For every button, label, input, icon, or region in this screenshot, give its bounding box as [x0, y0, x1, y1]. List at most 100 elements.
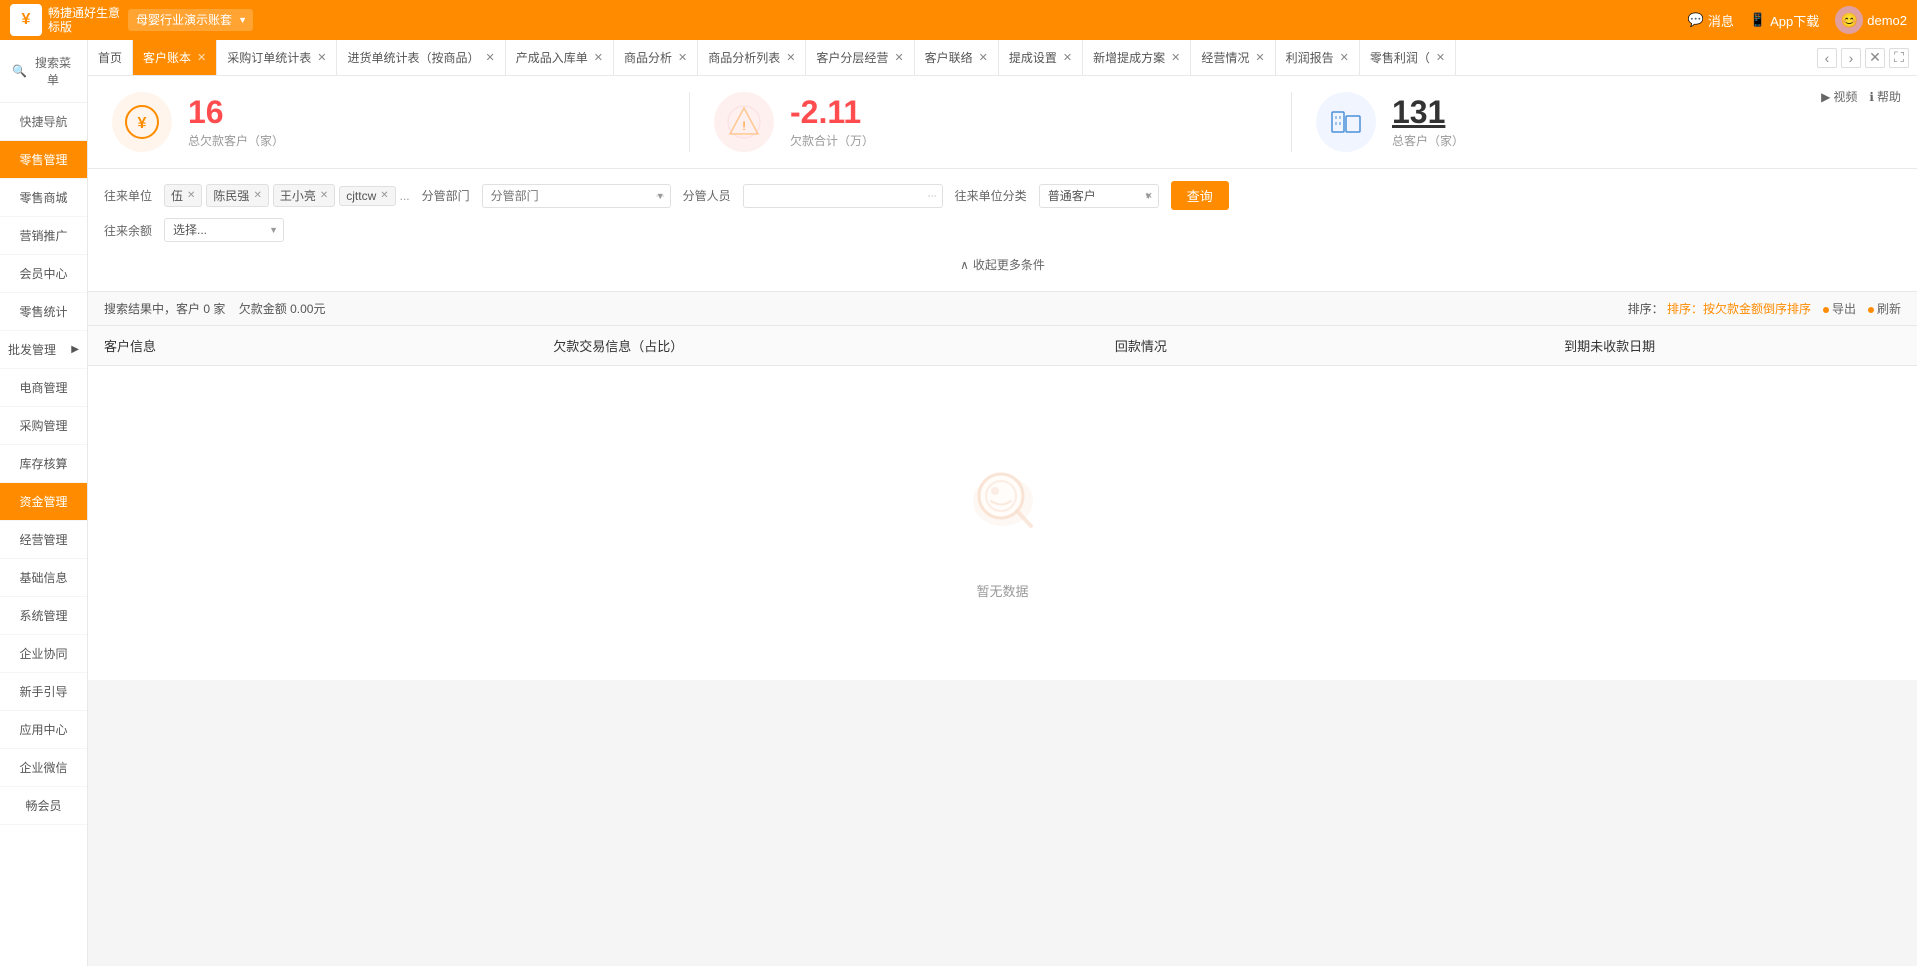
tab-customer-ledger[interactable]: 客户账本 ✕	[133, 40, 217, 76]
user-menu[interactable]: 😊 demo2	[1835, 6, 1907, 34]
result-bar: 搜索结果中，客户 0 家 欠款金额 0.00元 排序： 排序：按欠款金额倒序排序	[88, 292, 1917, 326]
sidebar-item-app-center[interactable]: 应用中心	[0, 711, 87, 749]
search-icon: 🔍	[12, 64, 27, 78]
tab-product-inbound[interactable]: 产成品入库单 ✕	[506, 40, 614, 76]
filter-tag-chen: 陈民强 ✕	[206, 184, 268, 207]
remove-tag-cjttcw[interactable]: ✕	[380, 190, 388, 201]
tab-purchase-stats[interactable]: 采购订单统计表 ✕	[217, 40, 337, 76]
export-btn[interactable]: 导出	[1823, 300, 1856, 317]
sidebar-item-wechat[interactable]: 企业微信	[0, 749, 87, 787]
top-bar-right: 💬 消息 📱 App下载 😊 demo2	[1688, 6, 1907, 34]
tab-customer-contact[interactable]: 客户联络 ✕	[915, 40, 999, 76]
stat-info-total-customers: 131 总客户（家）	[1392, 96, 1464, 149]
unit-class-select-wrap: 普通客户 ✕	[1039, 184, 1159, 208]
stat-value-debt-customers: 16	[188, 96, 284, 128]
play-icon: ▶	[1821, 90, 1830, 104]
stat-value-total-customers: 131	[1392, 96, 1464, 128]
app-container: ¥ 畅捷通好生意 标版 母婴行业演示账套 ▼ 💬 消息 📱 App下载	[0, 0, 1917, 966]
sidebar-item-basic-info[interactable]: 基础信息	[0, 559, 87, 597]
tab-next-btn[interactable]: ›	[1841, 48, 1861, 68]
tab-close-commission-settings[interactable]: ✕	[1063, 51, 1072, 64]
tab-close-customer-contact[interactable]: ✕	[979, 51, 988, 64]
unit-class-select[interactable]: 普通客户	[1039, 184, 1159, 208]
sidebar-item-retail-mall[interactable]: 零售商城	[0, 179, 87, 217]
sidebar-item-member-center[interactable]: 会员中心	[0, 255, 87, 293]
account-selector[interactable]: 母婴行业演示账套	[128, 9, 253, 31]
tab-home[interactable]: 首页	[88, 40, 133, 76]
tab-product-analysis-list[interactable]: 商品分析列表 ✕	[698, 40, 806, 76]
result-text: 搜索结果中，客户 0 家 欠款金额 0.00元	[104, 300, 325, 317]
sidebar-item-system[interactable]: 系统管理	[0, 597, 87, 635]
tab-close-new-commission[interactable]: ✕	[1171, 51, 1180, 64]
tab-close-product-analysis-list[interactable]: ✕	[786, 51, 795, 64]
filter-tag-wang: 王小亮 ✕	[273, 184, 335, 207]
sidebar-item-newbie-guide[interactable]: 新手引导	[0, 673, 87, 711]
message-btn[interactable]: 💬 消息	[1688, 11, 1734, 30]
empty-state: 暂无数据	[88, 366, 1917, 680]
person-input[interactable]	[743, 184, 943, 208]
sidebar-item-quick-nav[interactable]: 快捷导航	[0, 103, 87, 141]
tab-product-analysis[interactable]: 商品分析 ✕	[614, 40, 698, 76]
dept-input[interactable]	[482, 184, 671, 208]
sort-label: 排序： 排序：按欠款金额倒序排序	[1628, 300, 1811, 317]
tab-close-business-status[interactable]: ✕	[1255, 51, 1264, 64]
tab-customer-tier[interactable]: 客户分层经营 ✕	[806, 40, 914, 76]
tab-close-all-btn[interactable]: ✕	[1865, 48, 1885, 68]
logo-area: ¥ 畅捷通好生意 标版	[10, 4, 120, 36]
tab-close-profit-report[interactable]: ✕	[1340, 51, 1349, 64]
empty-state-text: 暂无数据	[976, 581, 1028, 600]
sidebar-item-marketing[interactable]: 营销推广	[0, 217, 87, 255]
sidebar-item-retail-mgmt[interactable]: 零售管理	[0, 141, 87, 179]
tab-retail-profit[interactable]: 零售利润（ ✕	[1360, 40, 1456, 76]
filter-more-tags[interactable]: ...	[400, 189, 410, 203]
tab-close-customer-ledger[interactable]: ✕	[197, 51, 206, 64]
tab-new-commission[interactable]: 新增提成方案 ✕	[1083, 40, 1191, 76]
sidebar-item-wholesale[interactable]: 批发管理 ▶	[0, 331, 87, 369]
tab-close-inbound-stats[interactable]: ✕	[486, 51, 495, 64]
sidebar-item-finance[interactable]: 资金管理	[0, 483, 87, 521]
empty-state-icon	[953, 446, 1053, 565]
total-customers-icon	[1316, 92, 1376, 152]
sidebar-item-enterprise-collab[interactable]: 企业协同	[0, 635, 87, 673]
video-btn[interactable]: ▶ 视频	[1821, 88, 1857, 105]
download-icon: 📱	[1750, 12, 1766, 28]
filter-tag-wu: 伍 ✕	[164, 184, 202, 207]
refresh-btn[interactable]: 刷新	[1868, 300, 1901, 317]
tab-close-product-inbound[interactable]: ✕	[594, 51, 603, 64]
tab-prev-btn[interactable]: ‹	[1817, 48, 1837, 68]
app-download-btn[interactable]: 📱 App下载	[1750, 11, 1819, 30]
message-icon: 💬	[1688, 12, 1704, 28]
sidebar-item-chang-member[interactable]: 畅会员	[0, 787, 87, 825]
tab-business-status[interactable]: 经营情况 ✕	[1191, 40, 1275, 76]
sidebar-item-inventory[interactable]: 库存核算	[0, 445, 87, 483]
tab-close-retail-profit[interactable]: ✕	[1436, 51, 1445, 64]
remove-tag-wang[interactable]: ✕	[320, 190, 328, 201]
tab-inbound-stats[interactable]: 进货单统计表（按商品） ✕	[337, 40, 505, 76]
sidebar-item-retail-stats[interactable]: 零售统计	[0, 293, 87, 331]
help-icon: ℹ	[1869, 90, 1874, 104]
tab-close-product-analysis[interactable]: ✕	[678, 51, 687, 64]
chevron-up-icon: ∧	[960, 258, 969, 272]
query-button[interactable]: 查询	[1171, 181, 1229, 210]
tab-close-customer-tier[interactable]: ✕	[894, 51, 903, 64]
debt-total-icon: !	[714, 92, 774, 152]
remaining-select-wrap: 选择...	[164, 218, 284, 242]
search-menu-btn[interactable]: 🔍 搜索菜单	[8, 50, 79, 92]
help-btn[interactable]: ℹ 帮助	[1869, 88, 1901, 105]
tab-profit-report[interactable]: 利润报告 ✕	[1276, 40, 1360, 76]
tab-fullscreen-btn[interactable]: ⛶	[1889, 48, 1909, 68]
stat-value-debt-total: -2.11	[790, 96, 874, 128]
remove-tag-wu[interactable]: ✕	[187, 190, 195, 201]
content-area: 首页 客户账本 ✕ 采购订单统计表 ✕ 进货单统计表（按商品） ✕ 产成品入库单…	[88, 40, 1917, 966]
dept-select-wrap: ⋯	[482, 184, 671, 208]
tab-close-purchase-stats[interactable]: ✕	[317, 51, 326, 64]
stat-info-debt-total: -2.11 欠款合计（万）	[790, 96, 874, 149]
sidebar-item-purchase[interactable]: 采购管理	[0, 407, 87, 445]
sidebar-item-operations[interactable]: 经营管理	[0, 521, 87, 559]
tab-commission-settings[interactable]: 提成设置 ✕	[999, 40, 1083, 76]
remove-tag-chen[interactable]: ✕	[253, 190, 261, 201]
stat-label-total-customers: 总客户（家）	[1392, 132, 1464, 149]
sidebar-item-ecommerce[interactable]: 电商管理	[0, 369, 87, 407]
collapse-btn[interactable]: ∧ 收起更多条件	[104, 250, 1901, 279]
remaining-select[interactable]: 选择...	[164, 218, 284, 242]
